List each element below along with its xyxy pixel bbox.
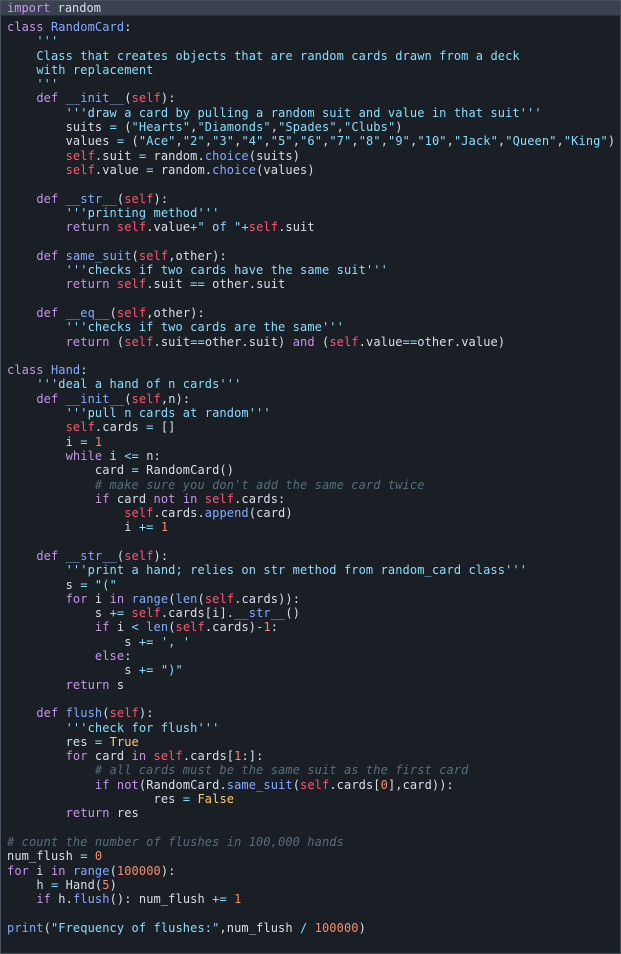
import-keyword: import [7,1,50,15]
editor-top-bar: import random [1,1,620,16]
module-name: random [58,1,101,15]
code-content[interactable]: class RandomCard: ''' Class that creates… [1,16,620,941]
code-editor[interactable]: import random class RandomCard: ''' Clas… [0,0,621,954]
